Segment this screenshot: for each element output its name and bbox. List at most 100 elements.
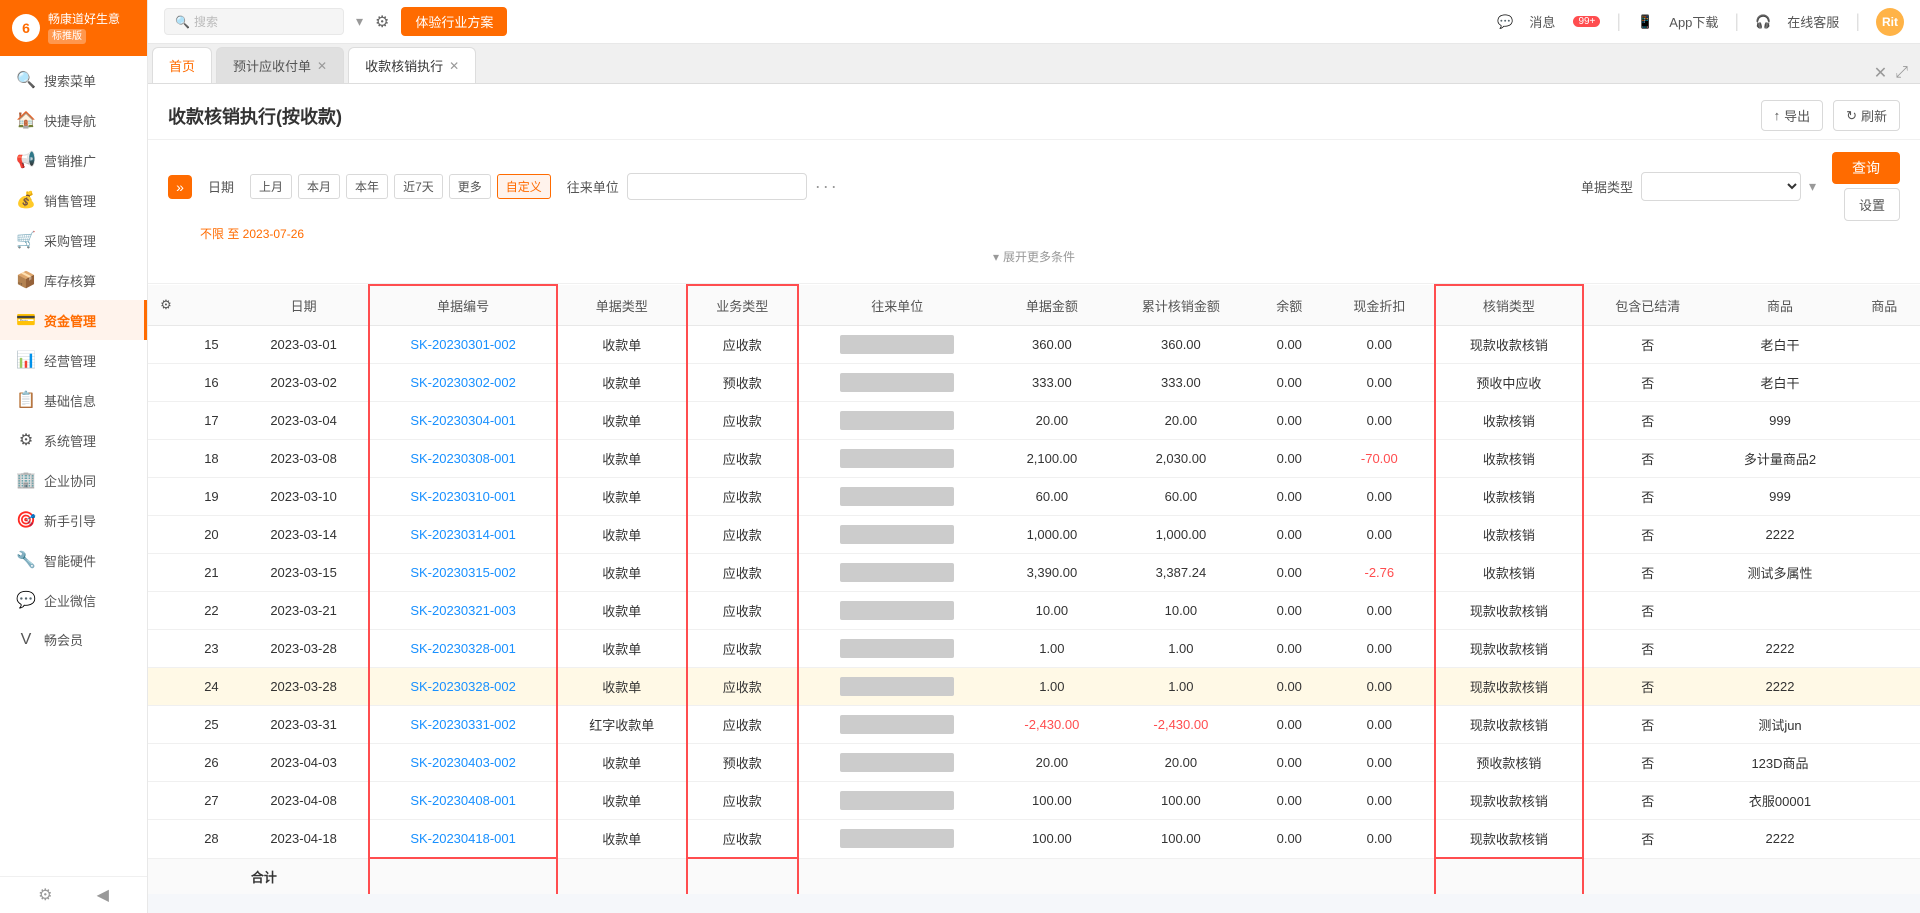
column-settings-icon[interactable]: ⚙ — [160, 297, 172, 312]
col-writeofftype-header[interactable]: 核销类型 — [1435, 285, 1583, 326]
doc-type-select[interactable] — [1641, 172, 1801, 201]
table-scroll[interactable]: ⚙ 日期 单据编号 单据类型 业务类型 往来单位 单据金额 累计核销金额 余额 … — [148, 284, 1920, 894]
col-writeoff-amount: 1,000.00 — [1108, 516, 1253, 554]
doc-no-link[interactable]: SK-20230302-002 — [410, 375, 516, 390]
sidebar-settings-icon[interactable]: ⚙ — [38, 885, 52, 905]
filter-expand-button[interactable]: » — [168, 175, 192, 199]
tab-expand-icon[interactable]: ⤢ — [1895, 64, 1908, 82]
col-balance-header[interactable]: 余额 — [1254, 285, 1325, 326]
messages-label[interactable]: 消息 — [1529, 12, 1555, 31]
sidebar-item-guide[interactable]: 🎯 新手引导 — [0, 500, 147, 540]
filter-settings-button[interactable]: 设置 — [1844, 188, 1900, 221]
col-includesettled-header[interactable]: 包含已结清 — [1583, 285, 1711, 326]
support-label[interactable]: 在线客服 — [1787, 12, 1839, 31]
col-balance: 0.00 — [1254, 706, 1325, 744]
doc-no-link[interactable]: SK-20230331-002 — [410, 717, 516, 732]
col-writeoff-type: 收款核销 — [1435, 402, 1583, 440]
sidebar-item-search[interactable]: 🔍 搜索菜单 — [0, 60, 147, 100]
doc-no-link[interactable]: SK-20230328-002 — [410, 679, 516, 694]
export-button[interactable]: ↑ 导出 — [1761, 100, 1824, 131]
sidebar-item-system[interactable]: ⚙ 系统管理 — [0, 420, 147, 460]
solution-button[interactable]: 体验行业方案 — [401, 7, 507, 36]
doc-no-link[interactable]: SK-20230418-001 — [410, 831, 516, 846]
col-amount-header[interactable]: 单据金额 — [996, 285, 1109, 326]
tab-writeoff-close[interactable]: ✕ — [449, 59, 459, 73]
topbar-search[interactable]: 🔍 搜索 — [164, 8, 344, 35]
col-amount: 100.00 — [996, 820, 1109, 859]
dots-icon[interactable]: ··· — [815, 176, 839, 197]
sidebar-collapse-icon[interactable]: ◀ — [97, 885, 109, 905]
sidebar-item-hardware[interactable]: 🔧 智能硬件 — [0, 540, 147, 580]
tab-close-all-icon[interactable]: ✕ — [1874, 63, 1887, 83]
doc-no-link[interactable]: SK-20230403-002 — [410, 755, 516, 770]
sidebar-item-purchase[interactable]: 🛒 采购管理 — [0, 220, 147, 260]
date-more[interactable]: 更多 — [449, 174, 491, 199]
doc-no-link[interactable]: SK-20230315-002 — [410, 565, 516, 580]
col-date: 2023-03-21 — [239, 592, 369, 630]
sidebar-item-sales[interactable]: 💰 销售管理 — [0, 180, 147, 220]
sidebar-item-operations[interactable]: 📊 经营管理 — [0, 340, 147, 380]
wechat-icon: 💬 — [16, 590, 36, 610]
col-biztype-header[interactable]: 业务类型 — [687, 285, 798, 326]
date-custom[interactable]: 自定义 — [497, 174, 551, 199]
sidebar-item-enterprise[interactable]: 🏢 企业协同 — [0, 460, 147, 500]
col-product: 2222 — [1711, 820, 1848, 859]
col-writeoff-amount: 20.00 — [1108, 402, 1253, 440]
query-button[interactable]: 查询 — [1832, 152, 1900, 184]
date-7days[interactable]: 近7天 — [394, 174, 443, 199]
tab-receivable[interactable]: 预计应收付单 ✕ — [216, 47, 344, 83]
topbar-dropdown-arrow[interactable]: ▾ — [356, 13, 363, 30]
col-date-header[interactable]: 日期 — [239, 285, 369, 326]
col-date: 2023-03-15 — [239, 554, 369, 592]
hardware-icon: 🔧 — [16, 550, 36, 570]
col-writeoff-amount: 1.00 — [1108, 630, 1253, 668]
tab-writeoff[interactable]: 收款核销执行 ✕ — [348, 47, 476, 83]
col-product-header[interactable]: 商品 — [1711, 285, 1848, 326]
footer-empty1 — [148, 858, 239, 894]
col-product2-header[interactable]: 商品 — [1849, 285, 1920, 326]
col-biztype: 应收款 — [687, 440, 798, 478]
col-counterpart-header[interactable]: 往来单位 — [798, 285, 996, 326]
col-date: 2023-03-28 — [239, 630, 369, 668]
tab-home[interactable]: 首页 — [152, 47, 212, 83]
message-icon: 💬 — [1497, 14, 1513, 30]
sidebar-item-inventory[interactable]: 📦 库存核算 — [0, 260, 147, 300]
col-balance: 0.00 — [1254, 630, 1325, 668]
counterpart-masked: ████████ — [840, 411, 954, 430]
col-doctype-header[interactable]: 单据类型 — [557, 285, 687, 326]
gear-icon[interactable]: ⚙ — [375, 12, 389, 32]
col-settings-cell — [148, 516, 184, 554]
doc-no-link[interactable]: SK-20230304-001 — [410, 413, 516, 428]
guide-icon: 🎯 — [16, 510, 36, 530]
sidebar-item-member[interactable]: V 畅会员 — [0, 620, 147, 659]
sidebar-item-wechat[interactable]: 💬 企业微信 — [0, 580, 147, 620]
doc-no-link[interactable]: SK-20230314-001 — [410, 527, 516, 542]
col-settings-header[interactable]: ⚙ — [148, 285, 184, 326]
home-icon: 🏠 — [16, 110, 36, 130]
tab-receivable-close[interactable]: ✕ — [317, 59, 327, 73]
col-cashdiscount-header[interactable]: 现金折扣 — [1325, 285, 1435, 326]
expand-more-button[interactable]: ▾ 展开更多条件 — [168, 242, 1900, 271]
sidebar-item-shortcut[interactable]: 🏠 快捷导航 — [0, 100, 147, 140]
doc-no-link[interactable]: SK-20230321-003 — [410, 603, 516, 618]
date-last-month[interactable]: 上月 — [250, 174, 292, 199]
doc-type-dropdown-arrow[interactable]: ▾ — [1809, 178, 1816, 195]
divider: | — [1616, 11, 1621, 32]
col-docno-header[interactable]: 单据编号 — [369, 285, 557, 326]
col-writeoff-amount-header[interactable]: 累计核销金额 — [1108, 285, 1253, 326]
date-this-year[interactable]: 本年 — [346, 174, 388, 199]
avatar[interactable]: Rit — [1876, 8, 1904, 36]
doc-no-link[interactable]: SK-20230301-002 — [410, 337, 516, 352]
sidebar-item-basic[interactable]: 📋 基础信息 — [0, 380, 147, 420]
refresh-button[interactable]: ↻ 刷新 — [1833, 100, 1900, 131]
col-writeoff-amount: 20.00 — [1108, 744, 1253, 782]
doc-no-link[interactable]: SK-20230328-001 — [410, 641, 516, 656]
doc-no-link[interactable]: SK-20230308-001 — [410, 451, 516, 466]
date-this-month[interactable]: 本月 — [298, 174, 340, 199]
sidebar-item-marketing[interactable]: 📢 营销推广 — [0, 140, 147, 180]
doc-no-link[interactable]: SK-20230310-001 — [410, 489, 516, 504]
doc-no-link[interactable]: SK-20230408-001 — [410, 793, 516, 808]
app-download-label[interactable]: App下载 — [1669, 12, 1718, 31]
counterpart-input[interactable] — [627, 173, 807, 200]
sidebar-item-finance[interactable]: 💳 资金管理 — [0, 300, 147, 340]
